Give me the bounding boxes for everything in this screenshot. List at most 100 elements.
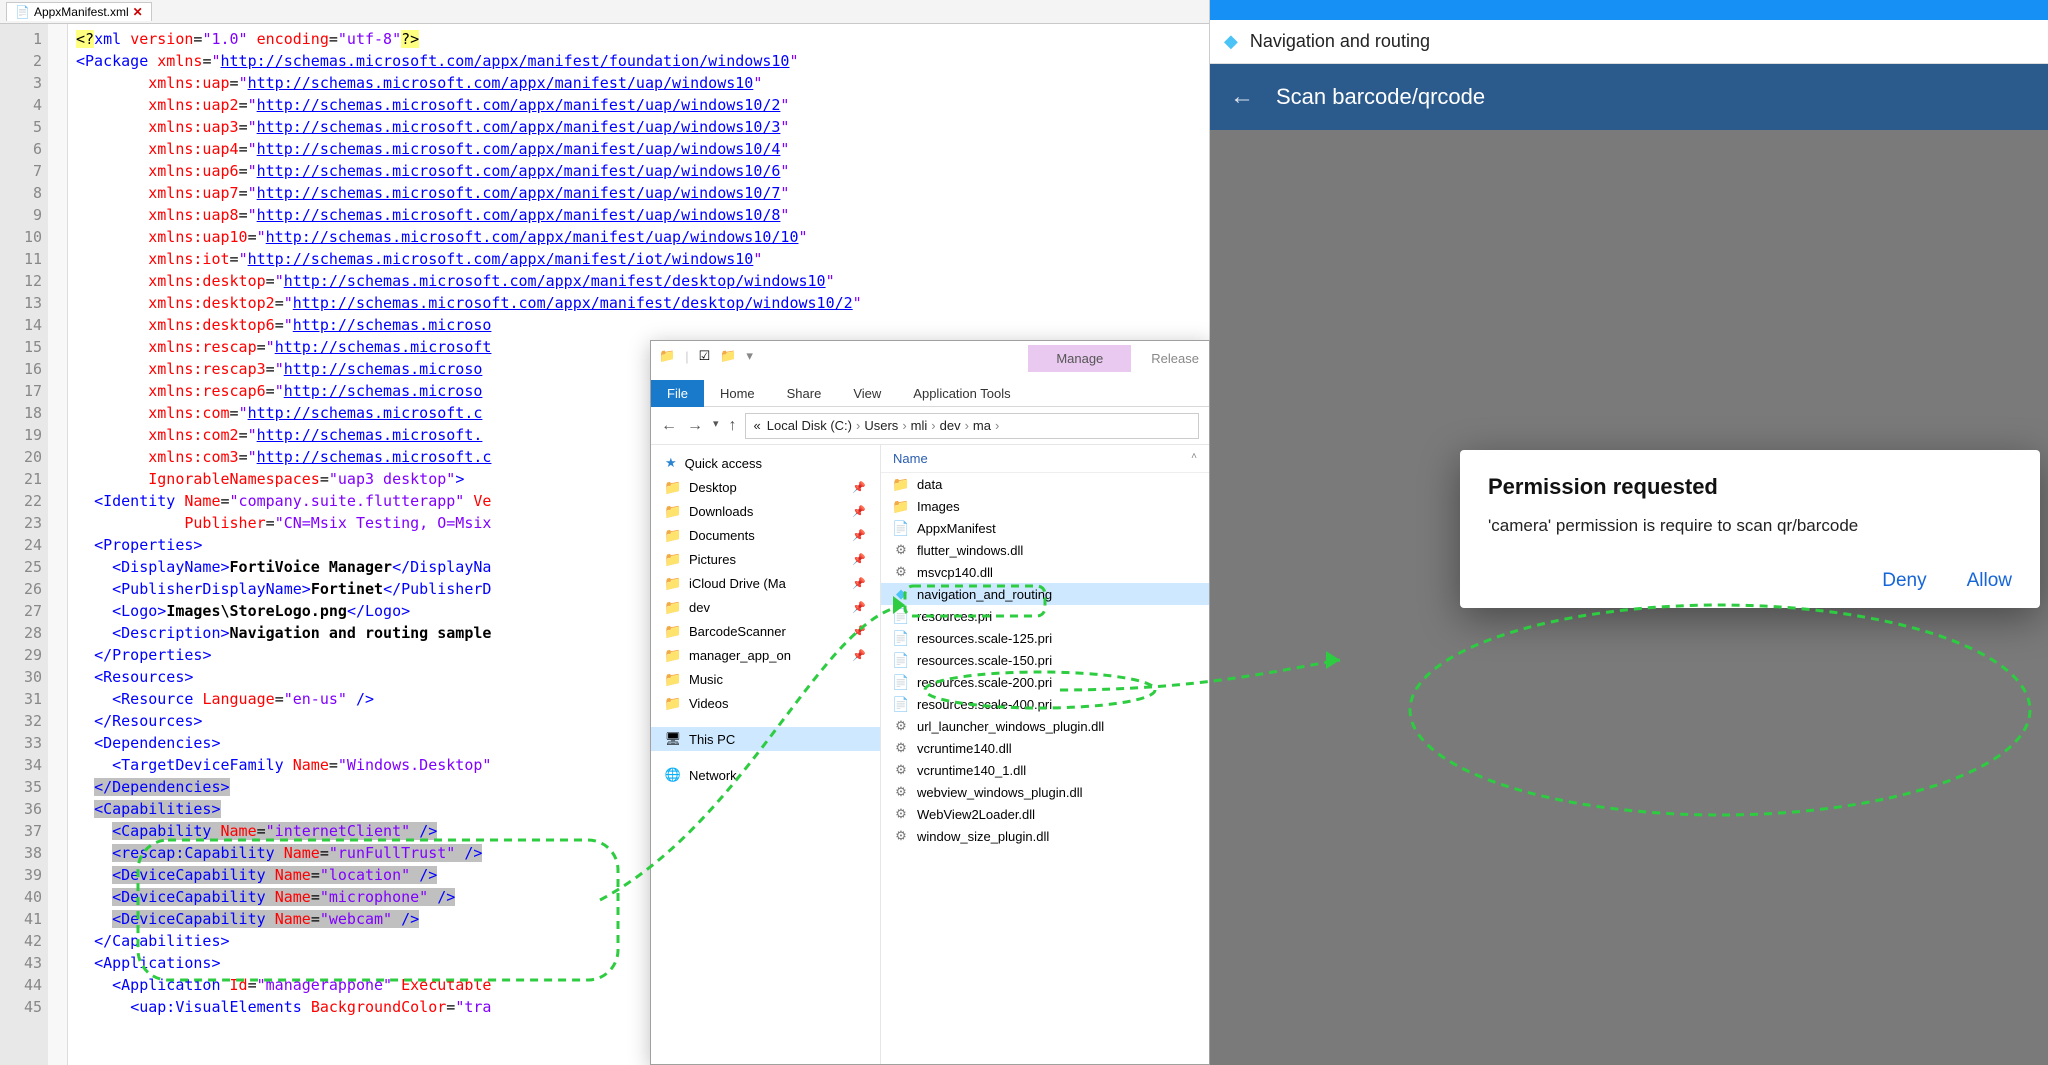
nav-item[interactable]: Downloads 📌 xyxy=(651,499,880,523)
app-body: Permission requested 'camera' permission… xyxy=(1210,130,2048,1065)
file-row[interactable]: url_launcher_windows_plugin.dll xyxy=(881,715,1209,737)
nav-item-icon xyxy=(665,479,681,495)
flutter-logo-icon: ◆ xyxy=(1224,31,1238,52)
file-row[interactable]: AppxManifest xyxy=(881,517,1209,539)
nav-item-label: Pictures xyxy=(689,552,736,567)
file-row[interactable]: resources.scale-200.pri xyxy=(881,671,1209,693)
explorer-ribbon: 📁 | ☑ 📁 ▾ Manage Release File Home Share… xyxy=(651,341,1209,407)
folder-icon xyxy=(893,476,909,492)
allow-button[interactable]: Allow xyxy=(1967,570,2012,592)
file-icon xyxy=(893,608,909,624)
file-row[interactable]: resources.scale-400.pri xyxy=(881,693,1209,715)
dll-icon xyxy=(893,784,909,800)
nav-item-icon xyxy=(665,623,681,639)
chevron-right-icon: › xyxy=(931,418,935,433)
back-icon[interactable]: ← xyxy=(661,417,677,435)
line-number-gutter: 1234567891011121314151617181920212223242… xyxy=(0,24,48,1065)
overflow-icon[interactable]: ▾ xyxy=(746,348,753,364)
breadcrumb-segment[interactable]: Users xyxy=(864,418,898,433)
file-row[interactable]: Images xyxy=(881,495,1209,517)
address-bar: ← → ▾ ↑ « Local Disk (C:)›Users›mli›dev›… xyxy=(651,407,1209,445)
up-icon[interactable]: ↑ xyxy=(729,417,737,435)
column-header-name[interactable]: Name ˄ xyxy=(881,445,1209,473)
nav-item[interactable]: manager_app_on 📌 xyxy=(651,643,880,667)
history-dropdown-icon[interactable]: ▾ xyxy=(713,417,719,435)
pin-icon: 📌 xyxy=(852,505,866,518)
breadcrumb-segment[interactable]: mli xyxy=(911,418,928,433)
file-name: navigation_and_routing xyxy=(917,587,1052,602)
breadcrumb-segment[interactable]: ma xyxy=(973,418,991,433)
nav-item[interactable]: Documents 📌 xyxy=(651,523,880,547)
dll-icon xyxy=(893,564,909,580)
nav-quick-access[interactable]: ★Quick access xyxy=(651,451,880,475)
dll-icon xyxy=(893,806,909,822)
file-row[interactable]: webview_windows_plugin.dll xyxy=(881,781,1209,803)
app-window-header: ◆ Navigation and routing xyxy=(1210,20,2048,64)
forward-icon[interactable]: → xyxy=(687,417,703,435)
back-arrow-icon[interactable]: ← xyxy=(1230,83,1254,111)
nav-item[interactable]: dev 📌 xyxy=(651,595,880,619)
nav-item[interactable]: BarcodeScanner 📌 xyxy=(651,619,880,643)
file-name: url_launcher_windows_plugin.dll xyxy=(917,719,1104,734)
file-row[interactable]: vcruntime140_1.dll xyxy=(881,759,1209,781)
flutter-app-window: ◆ Navigation and routing ← Scan barcode/… xyxy=(1210,0,2048,1065)
nav-item-icon xyxy=(665,671,681,687)
ribbon-tab-apptools[interactable]: Application Tools xyxy=(897,380,1026,407)
nav-item[interactable]: Videos xyxy=(651,691,880,715)
contextual-tool-group: Manage Release xyxy=(1028,345,1199,372)
file-row[interactable]: flutter_windows.dll xyxy=(881,539,1209,561)
pin-icon: 📌 xyxy=(852,481,866,494)
nav-item[interactable]: Network xyxy=(651,763,880,787)
file-row[interactable]: resources.scale-125.pri xyxy=(881,627,1209,649)
checkbox-icon[interactable]: ☑ xyxy=(699,348,711,364)
deny-button[interactable]: Deny xyxy=(1882,570,1926,592)
file-row[interactable]: window_size_plugin.dll xyxy=(881,825,1209,847)
nav-item[interactable]: This PC xyxy=(651,727,880,751)
nav-item-icon xyxy=(665,551,681,567)
nav-item-label: This PC xyxy=(689,732,735,747)
editor-tabbar: 📄 AppxManifest.xml ✕ xyxy=(0,0,1209,24)
breadcrumb-segment[interactable]: dev xyxy=(940,418,961,433)
pin-icon: 📌 xyxy=(852,529,866,542)
nav-item[interactable]: Music xyxy=(651,667,880,691)
file-icon xyxy=(893,674,909,690)
file-explorer-window: 📁 | ☑ 📁 ▾ Manage Release File Home Share… xyxy=(650,340,1210,1065)
chevron-right-icon: › xyxy=(856,418,860,433)
file-name: AppxManifest xyxy=(917,521,996,536)
ribbon-tab-share[interactable]: Share xyxy=(771,380,838,407)
breadcrumb[interactable]: « Local Disk (C:)›Users›mli›dev›ma› xyxy=(745,413,1199,439)
file-row[interactable]: msvcp140.dll xyxy=(881,561,1209,583)
ribbon-tab-file[interactable]: File xyxy=(651,380,704,407)
nav-item[interactable]: Desktop 📌 xyxy=(651,475,880,499)
nav-item-label: Network xyxy=(689,768,737,783)
file-name: WebView2Loader.dll xyxy=(917,807,1035,822)
app-bar: ← Scan barcode/qrcode xyxy=(1210,64,2048,130)
breadcrumb-segment[interactable]: Local Disk (C:) xyxy=(767,418,852,433)
file-row[interactable]: data xyxy=(881,473,1209,495)
ribbon-tab-view[interactable]: View xyxy=(837,380,897,407)
folder-icon[interactable]: 📁 xyxy=(720,348,736,364)
file-row[interactable]: navigation_and_routing xyxy=(881,583,1209,605)
folder-icon[interactable]: 📁 xyxy=(659,348,675,364)
nav-item[interactable]: Pictures 📌 xyxy=(651,547,880,571)
manage-tab[interactable]: Manage xyxy=(1028,345,1131,372)
file-name: window_size_plugin.dll xyxy=(917,829,1049,844)
editor-tab[interactable]: 📄 AppxManifest.xml ✕ xyxy=(6,2,152,21)
nav-item-label: BarcodeScanner xyxy=(689,624,786,639)
file-row[interactable]: resources.pri xyxy=(881,605,1209,627)
dll-icon xyxy=(893,828,909,844)
file-row[interactable]: resources.scale-150.pri xyxy=(881,649,1209,671)
release-tab[interactable]: Release xyxy=(1151,345,1199,372)
navigation-pane: ★Quick access Desktop 📌 Downloads 📌 Docu… xyxy=(651,445,881,1064)
nav-item[interactable]: iCloud Drive (Ma 📌 xyxy=(651,571,880,595)
file-row[interactable]: vcruntime140.dll xyxy=(881,737,1209,759)
file-row[interactable]: WebView2Loader.dll xyxy=(881,803,1209,825)
chevron-right-icon: › xyxy=(965,418,969,433)
file-name: msvcp140.dll xyxy=(917,565,993,580)
file-icon xyxy=(893,652,909,668)
close-tab-icon[interactable]: ✕ xyxy=(133,5,143,19)
ribbon-tab-home[interactable]: Home xyxy=(704,380,771,407)
nav-item-icon xyxy=(665,599,681,615)
file-name: vcruntime140_1.dll xyxy=(917,763,1026,778)
nav-item-icon xyxy=(665,527,681,543)
